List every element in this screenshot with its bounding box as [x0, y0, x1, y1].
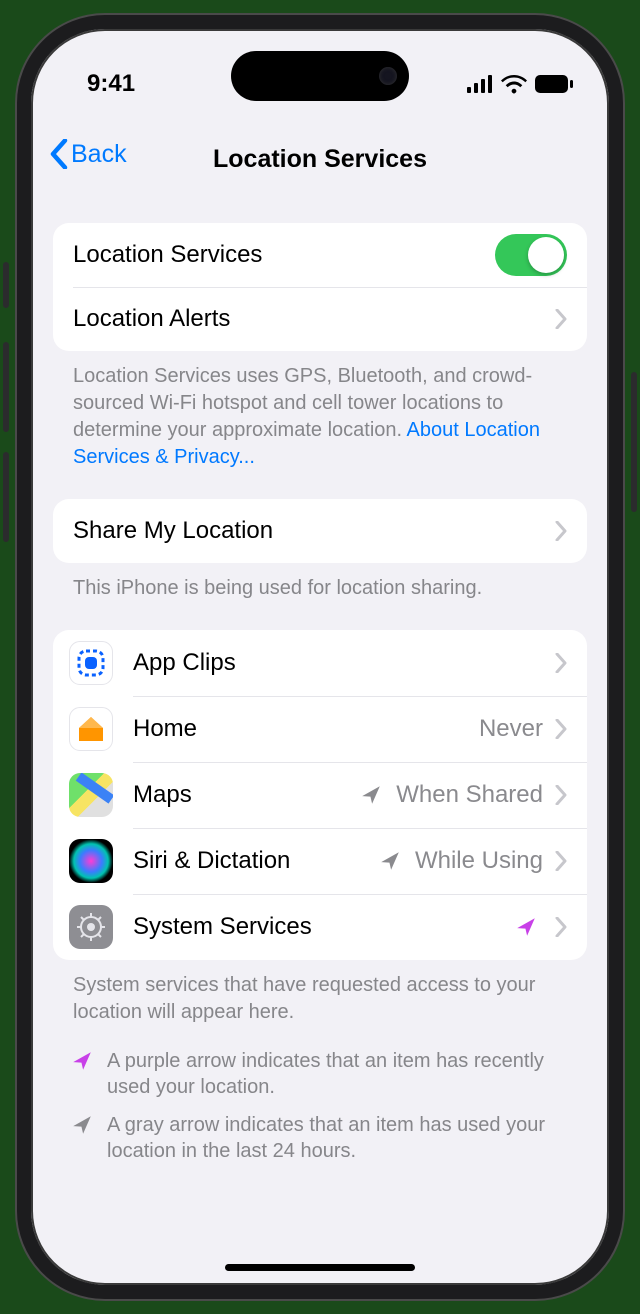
chevron-right-icon	[555, 719, 567, 739]
status-time: 9:41	[87, 70, 135, 98]
chevron-right-icon	[555, 851, 567, 871]
app-label: App Clips	[133, 649, 236, 677]
footer-main: Location Services uses GPS, Bluetooth, a…	[53, 351, 587, 471]
row-app-maps[interactable]: Maps When Shared	[53, 762, 587, 828]
chevron-right-icon	[555, 309, 567, 329]
back-button[interactable]: Back	[49, 139, 127, 169]
chevron-right-icon	[555, 521, 567, 541]
group-share: Share My Location	[53, 499, 587, 563]
legend: A purple arrow indicates that an item ha…	[53, 1026, 587, 1164]
footer-share: This iPhone is being used for location s…	[53, 563, 587, 602]
nav-bar: Back Location Services	[31, 129, 609, 189]
chevron-left-icon	[49, 139, 69, 169]
location-arrow-purple-icon	[515, 916, 537, 938]
location-services-label: Location Services	[73, 241, 262, 269]
app-detail: While Using	[415, 847, 543, 875]
app-label: Home	[133, 715, 197, 743]
chevron-right-icon	[555, 917, 567, 937]
group-main: Location Services Location Alerts	[53, 223, 587, 351]
silent-switch	[3, 262, 9, 308]
row-app-home[interactable]: Home Never	[53, 696, 587, 762]
row-app-settings[interactable]: System Services	[53, 894, 587, 960]
battery-icon	[535, 75, 573, 93]
home-app-icon	[69, 707, 113, 751]
row-location-services[interactable]: Location Services	[53, 223, 587, 287]
home-indicator[interactable]	[225, 1264, 415, 1271]
wifi-icon	[501, 74, 527, 94]
footer-share-text: This iPhone is being used for location s…	[73, 577, 482, 599]
group-apps: App Clips Home Never Maps When Shared Siri & …	[53, 630, 587, 960]
location-services-toggle[interactable]	[495, 234, 567, 276]
app-detail: Never	[479, 715, 543, 743]
maps-app-icon	[69, 773, 113, 817]
app-label: Maps	[133, 781, 192, 809]
volume-down-button	[3, 452, 9, 542]
legend-purple-text: A purple arrow indicates that an item ha…	[107, 1048, 569, 1100]
phone-screen: 9:41 Back Location Services Location Ser…	[17, 15, 623, 1299]
row-app-siri[interactable]: Siri & Dictation While Using	[53, 828, 587, 894]
row-location-alerts[interactable]: Location Alerts	[53, 287, 587, 351]
location-arrow-gray-icon	[360, 784, 382, 806]
footer-apps: System services that have requested acce…	[53, 960, 587, 1026]
app-label: System Services	[133, 913, 312, 941]
appclips-app-icon	[69, 641, 113, 685]
back-label: Back	[71, 140, 127, 169]
status-bar: 9:41	[31, 29, 609, 115]
legend-purple: A purple arrow indicates that an item ha…	[71, 1036, 569, 1100]
row-app-appclips[interactable]: App Clips	[53, 630, 587, 696]
row-share-my-location[interactable]: Share My Location	[53, 499, 587, 563]
legend-gray-text: A gray arrow indicates that an item has …	[107, 1112, 569, 1164]
siri-app-icon	[69, 839, 113, 883]
legend-gray: A gray arrow indicates that an item has …	[71, 1100, 569, 1164]
cellular-icon	[467, 75, 493, 93]
location-arrow-gray-icon	[379, 850, 401, 872]
location-alerts-label: Location Alerts	[73, 305, 230, 333]
chevron-right-icon	[555, 653, 567, 673]
footer-apps-text: System services that have requested acce…	[73, 974, 535, 1023]
settings-app-icon	[69, 905, 113, 949]
volume-up-button	[3, 342, 9, 432]
app-detail: When Shared	[396, 781, 543, 809]
app-label: Siri & Dictation	[133, 847, 290, 875]
chevron-right-icon	[555, 785, 567, 805]
location-arrow-gray-icon	[71, 1114, 93, 1136]
share-my-location-label: Share My Location	[73, 517, 273, 545]
power-button	[631, 372, 637, 512]
location-arrow-purple-icon	[71, 1050, 93, 1072]
page-title: Location Services	[213, 145, 427, 174]
